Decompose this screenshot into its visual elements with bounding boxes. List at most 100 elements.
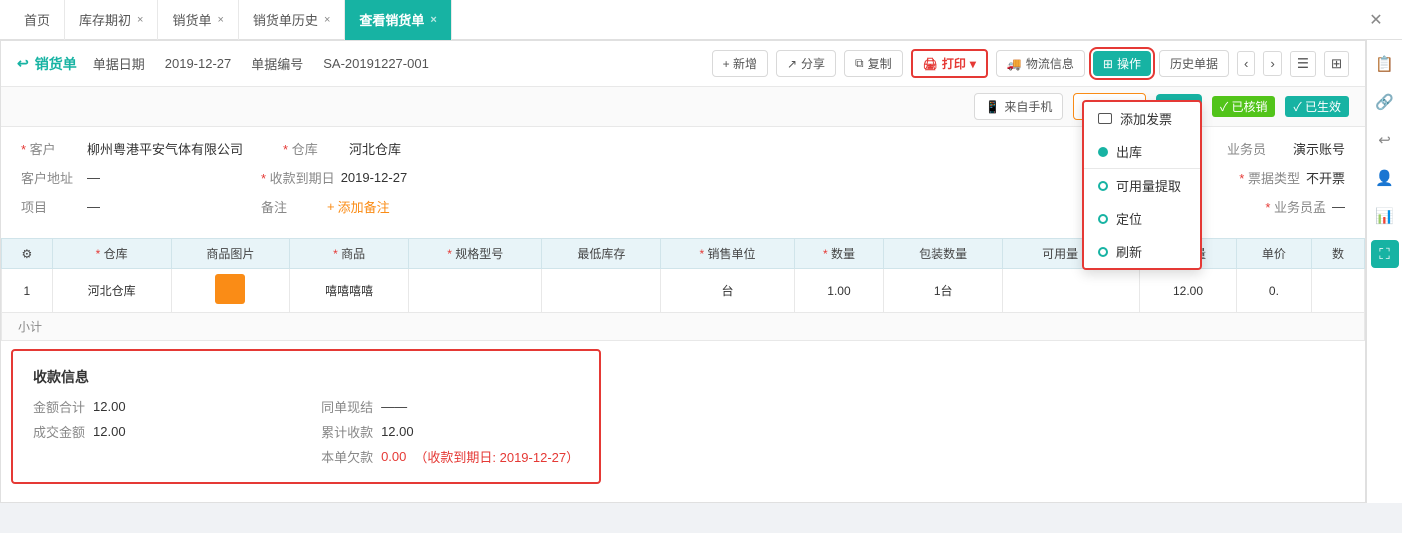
logistics-button[interactable]: 🚚 物流信息 [996, 50, 1085, 77]
warehouse-label: 仓库 [283, 139, 343, 158]
this-order-due-value: 0.00 [381, 449, 406, 464]
project-field: 项目 — [21, 197, 221, 216]
project-label: 项目 [21, 197, 81, 216]
col-unit-price: 单价 [1236, 239, 1311, 269]
sidebar-icon-expand[interactable]: ⛶ [1371, 240, 1399, 268]
this-order-due-label: 本单欠款 [321, 447, 373, 466]
row-image [171, 269, 290, 313]
tab-view-sales-close[interactable]: × [430, 14, 436, 26]
subtotal-row: 小计 [2, 313, 1365, 341]
warehouse-field: 仓库 河北仓库 [283, 139, 483, 158]
tab-bar-close-button[interactable]: ✕ [1360, 4, 1392, 36]
locate-icon [1098, 214, 1108, 224]
share-button-label: 分享 [801, 55, 825, 72]
doc-title: ↩ 销货单 [17, 54, 77, 74]
dropdown-locate[interactable]: 定位 [1084, 202, 1200, 235]
doc-date-value: 2019-12-27 [165, 56, 232, 71]
due-note: （收款到期日: 2019-12-27） [414, 447, 579, 466]
doc-number-label: 单据编号 [251, 54, 303, 73]
history-button[interactable]: 历史单据 [1159, 50, 1229, 77]
doc-header: ↩ 销货单 单据日期 2019-12-27 单据编号 SA-20191227-0… [1, 41, 1365, 87]
tab-view-sales-label: 查看销货单 [359, 10, 424, 29]
view-grid-button[interactable]: ⊞ [1324, 51, 1349, 77]
add-invoice-label: 添加发票 [1120, 109, 1172, 128]
amount-total-value: 12.00 [93, 399, 126, 414]
print-button-label: 打印 [942, 55, 966, 72]
note-field: 备注 + 添加备注 [261, 197, 461, 216]
logistics-icon: 🚚 [1007, 57, 1022, 71]
copy-icon: ⧉ [855, 56, 864, 71]
next-button[interactable]: › [1263, 51, 1281, 76]
col-gear[interactable]: ⚙ [2, 239, 53, 269]
tab-inventory-label: 库存期初 [79, 10, 131, 29]
row-product: 嘻嘻嘻嘻 [290, 269, 409, 313]
amount-total-row: 金额合计 12.00 [33, 397, 291, 416]
outbound-icon [1098, 147, 1108, 157]
copy-button[interactable]: ⧉ 复制 [844, 50, 903, 77]
doc-date-label: 单据日期 [93, 54, 145, 73]
share-button[interactable]: ↗ 分享 [776, 50, 836, 77]
project-value: — [87, 199, 100, 214]
add-note-label: 添加备注 [338, 197, 390, 216]
available-extract-label: 可用量提取 [1116, 176, 1181, 195]
row-spec [409, 269, 542, 313]
tab-view-sales[interactable]: 查看销货单 × [345, 0, 451, 40]
address-value: — [87, 170, 100, 185]
share-icon: ↗ [787, 57, 797, 71]
tab-bar: 首页 库存期初 × 销货单 × 销货单历史 × 查看销货单 × ✕ [0, 0, 1402, 40]
operation-button[interactable]: ⊞ 操作 [1093, 51, 1151, 76]
dropdown-refresh[interactable]: 刷新 [1084, 235, 1200, 268]
staff-value: 演示账号 [1293, 139, 1345, 158]
row-min-stock [542, 269, 661, 313]
summary-grid: 金额合计 12.00 同单现结 —— 成交金额 12.00 累计收款 [33, 397, 579, 466]
doc-meta: 单据日期 2019-12-27 单据编号 SA-20191227-001 [93, 54, 429, 73]
row-stock: 12.00 [1140, 269, 1237, 313]
sidebar-icon-chart[interactable]: 📊 [1371, 202, 1399, 230]
row-available [1003, 269, 1140, 313]
tab-inventory[interactable]: 库存期初 × [65, 0, 158, 40]
col-product: 商品 [290, 239, 409, 269]
verified-badge: ✓ 已核销 [1212, 96, 1276, 117]
history-button-label: 历史单据 [1170, 55, 1218, 72]
view-list-button[interactable]: ☰ [1290, 51, 1316, 77]
customer-value: 柳州粤港平安气体有限公司 [87, 139, 243, 158]
same-order-value: —— [381, 399, 407, 414]
tab-sales-history[interactable]: 销货单历史 × [239, 0, 345, 40]
transaction-amount-value: 12.00 [93, 424, 126, 439]
sidebar-icon-user[interactable]: 👤 [1371, 164, 1399, 192]
outbound-label: 出库 [1116, 142, 1142, 161]
sidebar-icon-link[interactable]: 🔗 [1371, 88, 1399, 116]
print-button[interactable]: 🖨 打印 ▾ [911, 49, 988, 78]
ticket-type-value: 不开票 [1306, 168, 1345, 187]
product-image [215, 274, 245, 304]
payment-date-field: 收款到期日 2019-12-27 [261, 168, 461, 187]
tab-inventory-close[interactable]: × [137, 14, 143, 26]
tab-sales-close[interactable]: × [217, 14, 223, 26]
tab-sales[interactable]: 销货单 × [158, 0, 238, 40]
doc-actions: + 新增 ↗ 分享 ⧉ 复制 🖨 打印 ▾ [712, 49, 1349, 78]
tab-sales-history-close[interactable]: × [324, 14, 330, 26]
sales-staff-label: 业务员孟 [1265, 197, 1326, 216]
sales-staff-value: — [1332, 199, 1345, 214]
tab-sales-history-label: 销货单历史 [253, 10, 318, 29]
dropdown-add-invoice[interactable]: 添加发票 [1084, 102, 1200, 135]
warehouse-value: 河北仓库 [349, 139, 401, 158]
sidebar-icon-doc[interactable]: 📋 [1371, 50, 1399, 78]
ticket-type-field: 票据类型 不开票 [1239, 168, 1345, 187]
refresh-icon [1098, 247, 1108, 257]
customer-field: 客户 柳州粤港平安气体有限公司 [21, 139, 243, 158]
new-button[interactable]: + 新增 [712, 50, 768, 77]
sidebar-icon-return[interactable]: ↩ [1371, 126, 1399, 154]
add-note-button[interactable]: + 添加备注 [327, 197, 390, 216]
row-amount [1311, 269, 1364, 313]
right-sidebar: 📋 🔗 ↩ 👤 📊 ⛶ [1366, 40, 1402, 503]
tab-home[interactable]: 首页 [10, 0, 65, 40]
operation-button-label: 操作 [1117, 55, 1141, 72]
summary-box: 收款信息 金额合计 12.00 同单现结 —— 成交金额 12.00 [11, 349, 601, 484]
prev-button[interactable]: ‹ [1237, 51, 1255, 76]
staff-field: 业务员 演示账号 [1227, 139, 1345, 158]
dropdown-outbound[interactable]: 出库 [1084, 135, 1200, 168]
from-phone-button[interactable]: 📱 来自手机 [974, 93, 1063, 120]
dropdown-available-extract[interactable]: 可用量提取 [1084, 169, 1200, 202]
address-field: 客户地址 — [21, 168, 221, 187]
